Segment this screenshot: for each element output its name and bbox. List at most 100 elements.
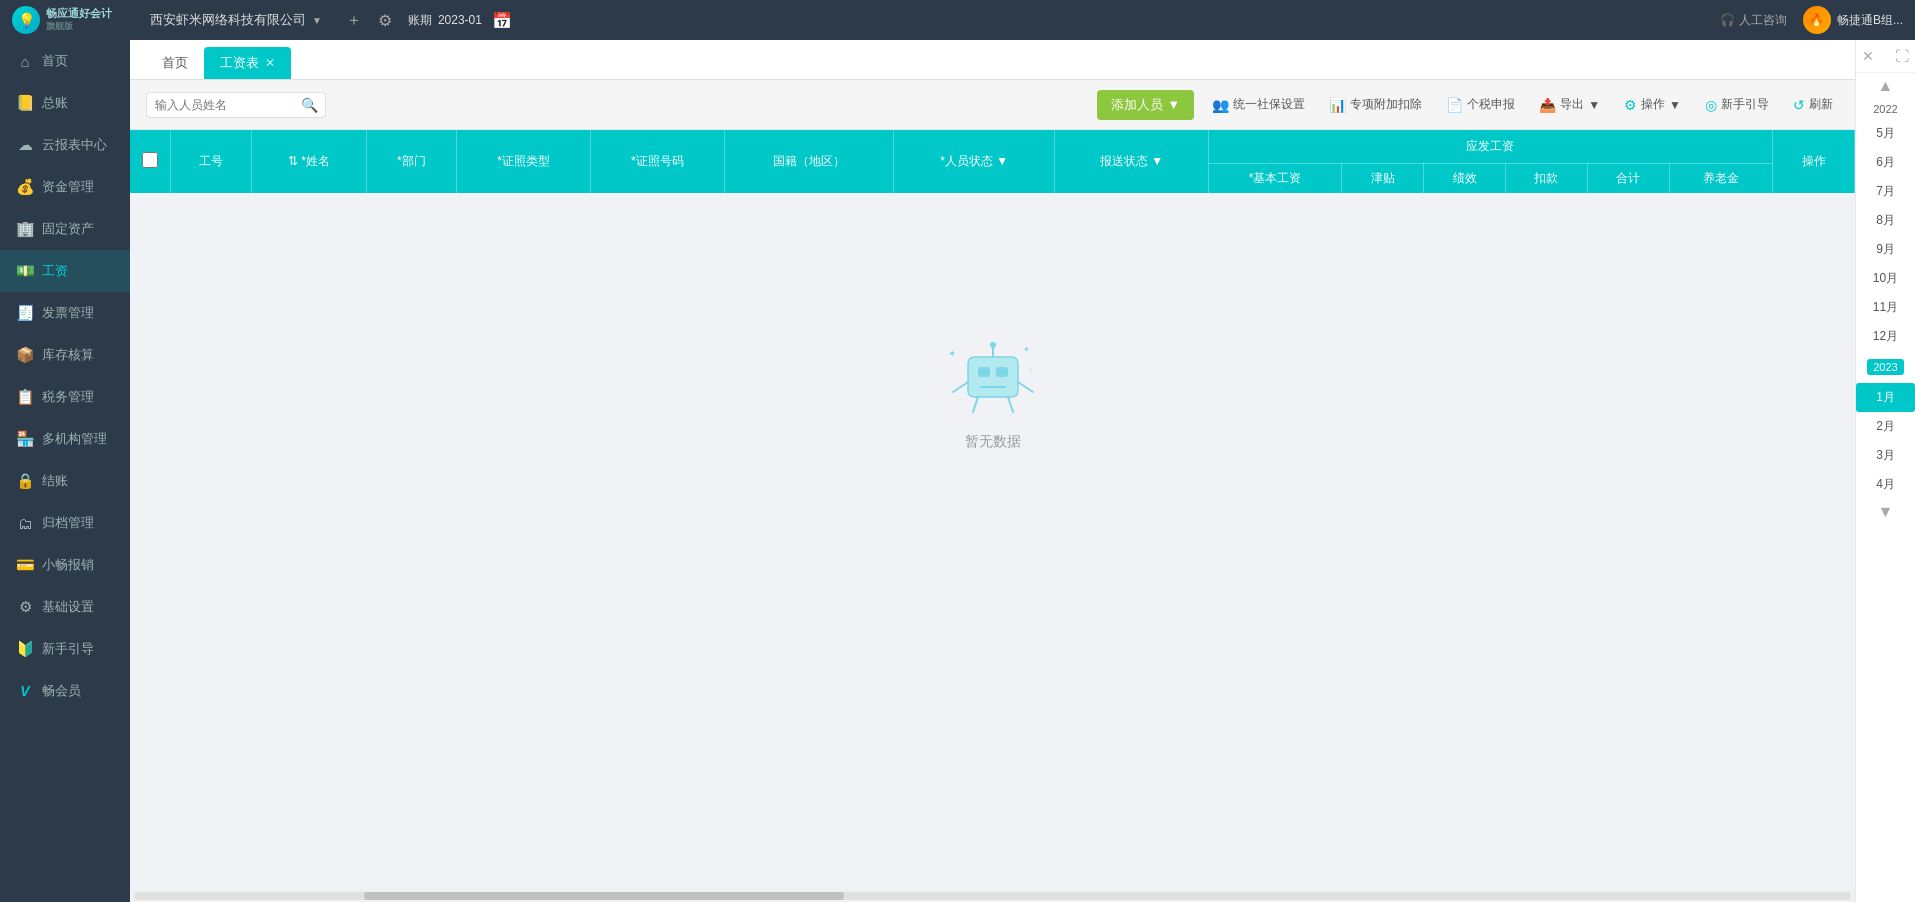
scrollbar-track[interactable] [134,892,1851,900]
sidebar-item-ledger[interactable]: 📒 总账 [0,82,130,124]
svg-rect-1 [978,367,990,377]
report-filter-icon: ▼ [1151,154,1163,168]
sidebar-item-settings[interactable]: ⚙ 基础设置 [0,586,130,628]
month-item-7[interactable]: 7月 [1856,177,1915,206]
operation-btn[interactable]: ⚙ 操作 ▼ [1618,92,1687,117]
sidebar-item-multi-org[interactable]: 🏪 多机构管理 [0,418,130,460]
right-panel-expand-icon[interactable]: ⛶ [1895,48,1909,64]
tab-home-label: 首页 [162,54,188,72]
sidebar-item-salary[interactable]: 💵 工资 [0,250,130,292]
th-report-status[interactable]: 报送状态 ▼ [1055,130,1208,193]
export-label: 导出 [1560,96,1584,113]
th-status[interactable]: *人员状态 ▼ [893,130,1055,193]
search-box[interactable]: 🔍 [146,92,326,118]
app-edition: 旗舰版 [46,20,112,33]
scrollbar-thumb[interactable] [364,892,844,900]
tab-home[interactable]: 首页 [146,47,204,79]
th-salary-group: 应发工资 [1208,130,1773,164]
sidebar-item-inventory[interactable]: 📦 库存核算 [0,334,130,376]
sidebar-item-home[interactable]: ⌂ 首页 [0,40,130,82]
avatar: 🔥 [1803,6,1831,34]
toolbar: 🔍 添加人员 ▼ 👥 统一社保设置 📊 专项附加扣除 📄 个税申报 📤 [130,80,1855,130]
sidebar-item-label: 结账 [42,472,68,490]
sidebar-item-member[interactable]: V 畅会员 [0,670,130,712]
month-item-8[interactable]: 8月 [1856,206,1915,235]
sidebar: ⌂ 首页 📒 总账 ☁ 云报表中心 💰 资金管理 🏢 固定资产 💵 工资 🧾 发… [0,40,130,902]
sidebar-item-label: 工资 [42,262,68,280]
company-selector[interactable]: 西安虾米网络科技有限公司 ▼ [142,7,330,33]
horizontal-scrollbar[interactable] [130,890,1855,902]
app-logo: 💡 畅应通好会计 旗舰版 [12,6,142,34]
sidebar-item-archive[interactable]: 🗂 归档管理 [0,502,130,544]
add-person-button[interactable]: 添加人员 ▼ [1097,90,1194,120]
search-input[interactable] [155,98,295,112]
month-item-5[interactable]: 5月 [1856,119,1915,148]
sidebar-item-label: 资金管理 [42,178,94,196]
guide-label: 新手引导 [1721,96,1769,113]
status-filter-icon: ▼ [996,154,1008,168]
svg-text:✦: ✦ [1028,367,1033,373]
month-item-4[interactable]: 4月 [1856,470,1915,499]
svg-point-5 [990,342,996,348]
sidebar-item-cloud-report[interactable]: ☁ 云报表中心 [0,124,130,166]
empty-text: 暂无数据 [965,433,1021,451]
month-item-9[interactable]: 9月 [1856,235,1915,264]
month-item-10[interactable]: 10月 [1856,264,1915,293]
add-icon[interactable]: ＋ [342,8,366,33]
refresh-btn[interactable]: ↺ 刷新 [1787,92,1839,117]
header-right: 🎧 人工咨询 🔥 畅捷通B组... [1720,6,1903,34]
sidebar-item-expense[interactable]: 💳 小畅报销 [0,544,130,586]
month-item-1[interactable]: 1月 [1856,383,1915,412]
inventory-icon: 📦 [16,346,34,364]
assets-icon: 🏢 [16,220,34,238]
sidebar-item-label: 归档管理 [42,514,94,532]
fund-icon: 💰 [16,178,34,196]
select-all-checkbox[interactable] [142,152,158,168]
operation-label: 操作 [1641,96,1665,113]
th-total: 合计 [1587,164,1669,194]
tab-salary-label: 工资表 [220,54,259,72]
month-item-11[interactable]: 11月 [1856,293,1915,322]
service-button[interactable]: 🎧 人工咨询 [1720,12,1787,29]
header-actions: ＋ ⚙ [342,8,396,33]
guide-btn[interactable]: ◎ 新手引导 [1699,92,1775,117]
tab-close-icon[interactable]: ✕ [265,56,275,70]
tab-salary-table[interactable]: 工资表 ✕ [204,47,291,79]
top-header: 💡 畅应通好会计 旗舰版 西安虾米网络科技有限公司 ▼ ＋ ⚙ 账期 2023-… [0,0,1915,40]
th-operation: 操作 [1773,130,1855,193]
month-item-2[interactable]: 2月 [1856,412,1915,441]
scroll-up-arrow[interactable]: ▲ [1874,73,1898,99]
sidebar-item-label: 首页 [42,52,68,70]
tax-icon: 📋 [16,388,34,406]
th-deduction: 扣款 [1505,164,1587,194]
tax-report-btn[interactable]: 📄 个税申报 [1440,92,1521,117]
sidebar-item-close-account[interactable]: 🔒 结账 [0,460,130,502]
user-section[interactable]: 🔥 畅捷通B组... [1803,6,1903,34]
tab-bar: 首页 工资表 ✕ [130,40,1855,80]
sidebar-item-assets[interactable]: 🏢 固定资产 [0,208,130,250]
th-pension: 养老金 [1669,164,1773,194]
special-deduct-btn[interactable]: 📊 专项附加扣除 [1323,92,1428,117]
sidebar-item-tax[interactable]: 📋 税务管理 [0,376,130,418]
sidebar-item-invoice[interactable]: 🧾 发票管理 [0,292,130,334]
scroll-down-arrow[interactable]: ▼ [1874,499,1898,525]
operation-icon: ⚙ [1624,97,1637,113]
sidebar-item-fund[interactable]: 💰 资金管理 [0,166,130,208]
period-value: 2023-01 [438,13,482,27]
content-area: 首页 工资表 ✕ 🔍 添加人员 ▼ 👥 统一社保设置 📊 [130,40,1855,902]
th-name[interactable]: ⇅ *姓名 [252,130,367,193]
settings-icon[interactable]: ⚙ [374,9,396,32]
month-item-6[interactable]: 6月 [1856,148,1915,177]
th-checkbox[interactable] [130,130,170,193]
calendar-icon[interactable]: 📅 [488,9,516,32]
month-item-12[interactable]: 12月 [1856,322,1915,351]
export-btn[interactable]: 📤 导出 ▼ [1533,92,1606,117]
month-item-3[interactable]: 3月 [1856,441,1915,470]
empty-illustration: ✦ ✦ ✦ [943,337,1043,417]
right-panel-close-icon[interactable]: ✕ [1862,48,1874,64]
social-security-btn[interactable]: 👥 统一社保设置 [1206,92,1311,117]
sidebar-item-guide[interactable]: 🔰 新手引导 [0,628,130,670]
th-country: 国籍（地区） [724,130,893,193]
refresh-label: 刷新 [1809,96,1833,113]
search-icon: 🔍 [301,97,318,113]
